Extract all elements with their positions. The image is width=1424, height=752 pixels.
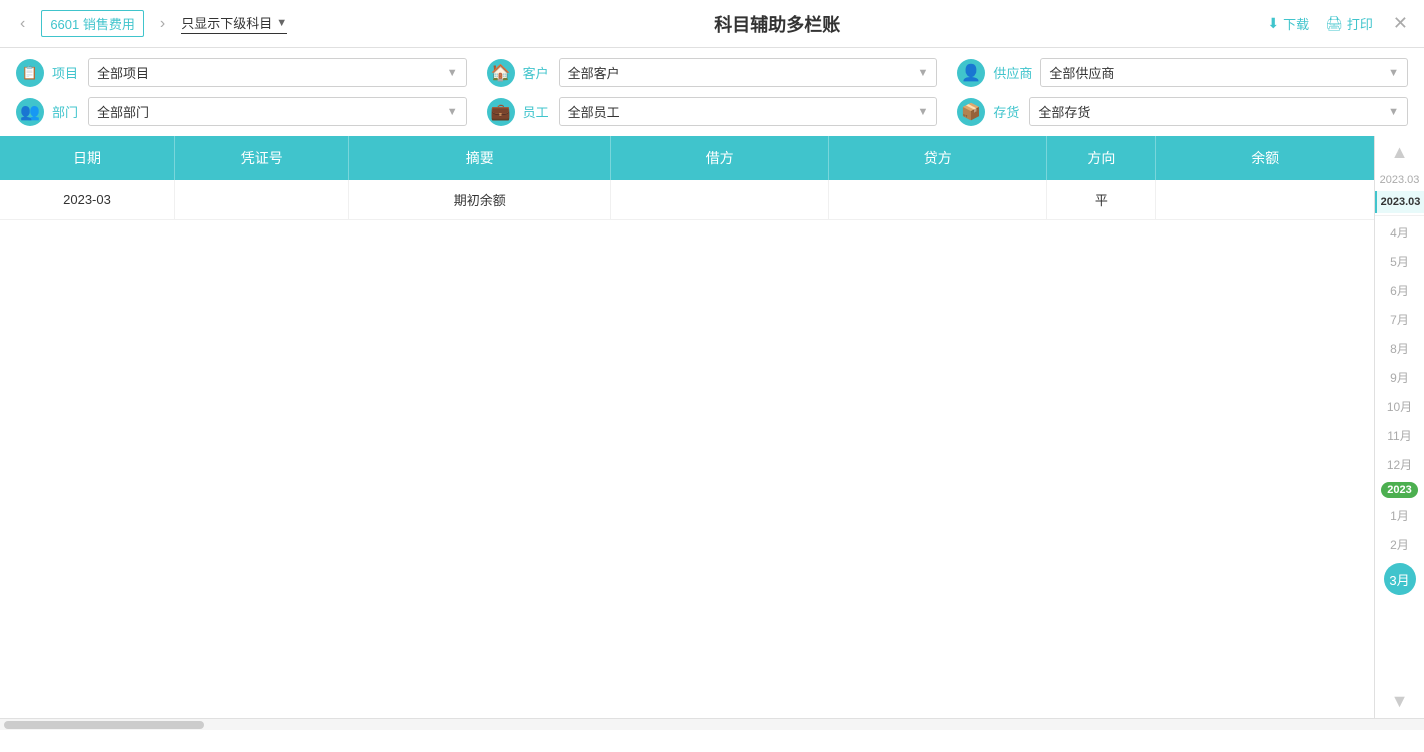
sidebar-month-12[interactable]: 12月 xyxy=(1375,450,1424,479)
cell-direction: 平 xyxy=(1047,180,1156,220)
col-voucher-header: 凭证号 xyxy=(174,136,348,180)
cell-voucher xyxy=(174,180,348,220)
inventory-select[interactable]: 全部存货 ▼ xyxy=(1029,97,1408,126)
show-sub-button[interactable]: 只显示下级科目 ▼ xyxy=(181,13,287,34)
customer-select-value: 全部客户 xyxy=(568,63,620,82)
customer-select-arrow: ▼ xyxy=(917,67,928,79)
filter-supplier: 👤 供应商 全部供应商 ▼ xyxy=(957,58,1408,87)
page-title: 科目辅助多栏账 xyxy=(299,11,1255,37)
download-button[interactable]: ⬇ 下载 xyxy=(1267,14,1309,33)
sidebar-scroll-down[interactable]: ▼ xyxy=(1385,685,1415,718)
filter-department: 👥 部门 全部部门 ▼ xyxy=(16,97,467,126)
supplier-label: 供应商 xyxy=(993,63,1032,82)
sidebar-month-3-active[interactable]: 3月 xyxy=(1384,563,1416,595)
employee-select[interactable]: 全部员工 ▼ xyxy=(559,97,938,126)
main-window: ‹ 6601 销售费用 › 只显示下级科目 ▼ 科目辅助多栏账 ⬇ 下载 🖨 打… xyxy=(0,0,1424,752)
show-sub-arrow-icon: ▼ xyxy=(276,17,287,29)
filter-customer: 🏠 客户 全部客户 ▼ xyxy=(487,58,938,87)
cell-summary: 期初余额 xyxy=(349,180,611,220)
department-select[interactable]: 全部部门 ▼ xyxy=(88,97,467,126)
account-code-display[interactable]: 6601 销售费用 xyxy=(41,10,144,37)
col-summary-header: 摘要 xyxy=(349,136,611,180)
col-debit-header: 借方 xyxy=(611,136,829,180)
filter-inventory: 📦 存货 全部存货 ▼ xyxy=(957,97,1408,126)
project-select-arrow: ▼ xyxy=(447,67,458,79)
department-icon: 👥 xyxy=(16,98,44,126)
cell-debit xyxy=(611,180,829,220)
scrollbar-track xyxy=(0,719,1424,730)
inventory-label: 存货 xyxy=(993,102,1021,121)
employee-icon: 💼 xyxy=(487,98,515,126)
col-balance-header: 余额 xyxy=(1156,136,1374,180)
ledger-table: 日期 凭证号 摘要 借方 贷方 方向 余额 2023-03 期初余额 xyxy=(0,136,1374,220)
supplier-select-arrow: ▼ xyxy=(1388,67,1399,79)
table-area[interactable]: 日期 凭证号 摘要 借方 贷方 方向 余额 2023-03 期初余额 xyxy=(0,136,1374,718)
right-sidebar: ▲ 2023.03 2023.03 4月 5月 6月 7月 8月 9月 10月 … xyxy=(1374,136,1424,718)
project-select-value: 全部项目 xyxy=(97,63,149,82)
scrollbar-thumb[interactable] xyxy=(4,721,204,729)
table-row: 2023-03 期初余额 平 xyxy=(0,180,1374,220)
download-icon: ⬇ xyxy=(1267,15,1279,32)
employee-select-value: 全部员工 xyxy=(568,102,620,121)
sidebar-month-7[interactable]: 7月 xyxy=(1375,305,1424,334)
table-header-row: 日期 凭证号 摘要 借方 贷方 方向 余额 xyxy=(0,136,1374,180)
customer-label: 客户 xyxy=(523,63,551,82)
department-label: 部门 xyxy=(52,102,80,121)
sidebar-month-11[interactable]: 11月 xyxy=(1375,421,1424,450)
print-label: 打印 xyxy=(1347,14,1373,33)
col-date-header: 日期 xyxy=(0,136,174,180)
show-sub-label: 只显示下级科目 xyxy=(181,13,272,32)
sidebar-period-2023-03-active[interactable]: 2023.03 xyxy=(1375,191,1424,213)
department-select-value: 全部部门 xyxy=(97,102,149,121)
col-direction-header: 方向 xyxy=(1047,136,1156,180)
project-label: 项目 xyxy=(52,63,80,82)
prev-period-button[interactable]: ‹ xyxy=(16,15,29,33)
toolbar-right: ⬇ 下载 🖨 打印 xyxy=(1267,14,1373,33)
sidebar-month-9[interactable]: 9月 xyxy=(1375,363,1424,392)
customer-select[interactable]: 全部客户 ▼ xyxy=(559,58,938,87)
supplier-select[interactable]: 全部供应商 ▼ xyxy=(1040,58,1408,87)
close-button[interactable]: ✕ xyxy=(1393,13,1408,34)
year-badge-2023[interactable]: 2023 xyxy=(1381,482,1417,498)
department-select-arrow: ▼ xyxy=(447,106,458,118)
sidebar-month-8[interactable]: 8月 xyxy=(1375,334,1424,363)
sidebar-month-4[interactable]: 4月 xyxy=(1375,218,1424,247)
employee-select-arrow: ▼ xyxy=(917,106,928,118)
customer-icon: 🏠 xyxy=(487,59,515,87)
supplier-icon: 👤 xyxy=(957,59,985,87)
project-select[interactable]: 全部项目 ▼ xyxy=(88,58,467,87)
cell-date: 2023-03 xyxy=(0,180,174,220)
sidebar-month-1[interactable]: 1月 xyxy=(1375,501,1424,530)
cell-credit xyxy=(829,180,1047,220)
cell-balance xyxy=(1156,180,1374,220)
filter-employee: 💼 员工 全部员工 ▼ xyxy=(487,97,938,126)
table-body: 2023-03 期初余额 平 xyxy=(0,180,1374,220)
filter-project: 📋 项目 全部项目 ▼ xyxy=(16,58,467,87)
next-period-button[interactable]: › xyxy=(156,15,169,33)
employee-label: 员工 xyxy=(523,102,551,121)
header: ‹ 6601 销售费用 › 只显示下级科目 ▼ 科目辅助多栏账 ⬇ 下载 🖨 打… xyxy=(0,0,1424,48)
sidebar-month-2[interactable]: 2月 xyxy=(1375,530,1424,559)
inventory-select-value: 全部存货 xyxy=(1038,102,1090,121)
sidebar-period-2023-03-first[interactable]: 2023.03 xyxy=(1375,169,1424,191)
sidebar-month-5[interactable]: 5月 xyxy=(1375,247,1424,276)
filters-panel: 📋 项目 全部项目 ▼ 🏠 客户 全部客户 ▼ 👤 供应商 全部供应商 ▼ xyxy=(0,48,1424,136)
main-content: 日期 凭证号 摘要 借方 贷方 方向 余额 2023-03 期初余额 xyxy=(0,136,1424,718)
project-icon: 📋 xyxy=(16,59,44,87)
inventory-select-arrow: ▼ xyxy=(1388,106,1399,118)
horizontal-scrollbar[interactable] xyxy=(0,718,1424,730)
print-button[interactable]: 🖨 打印 xyxy=(1325,14,1373,33)
sidebar-month-6[interactable]: 6月 xyxy=(1375,276,1424,305)
print-icon: 🖨 xyxy=(1325,15,1343,32)
supplier-select-value: 全部供应商 xyxy=(1049,63,1114,82)
inventory-icon: 📦 xyxy=(957,98,985,126)
download-label: 下载 xyxy=(1283,14,1309,33)
sidebar-month-10[interactable]: 10月 xyxy=(1375,392,1424,421)
sidebar-scroll-up[interactable]: ▲ xyxy=(1385,136,1415,169)
col-credit-header: 贷方 xyxy=(829,136,1047,180)
